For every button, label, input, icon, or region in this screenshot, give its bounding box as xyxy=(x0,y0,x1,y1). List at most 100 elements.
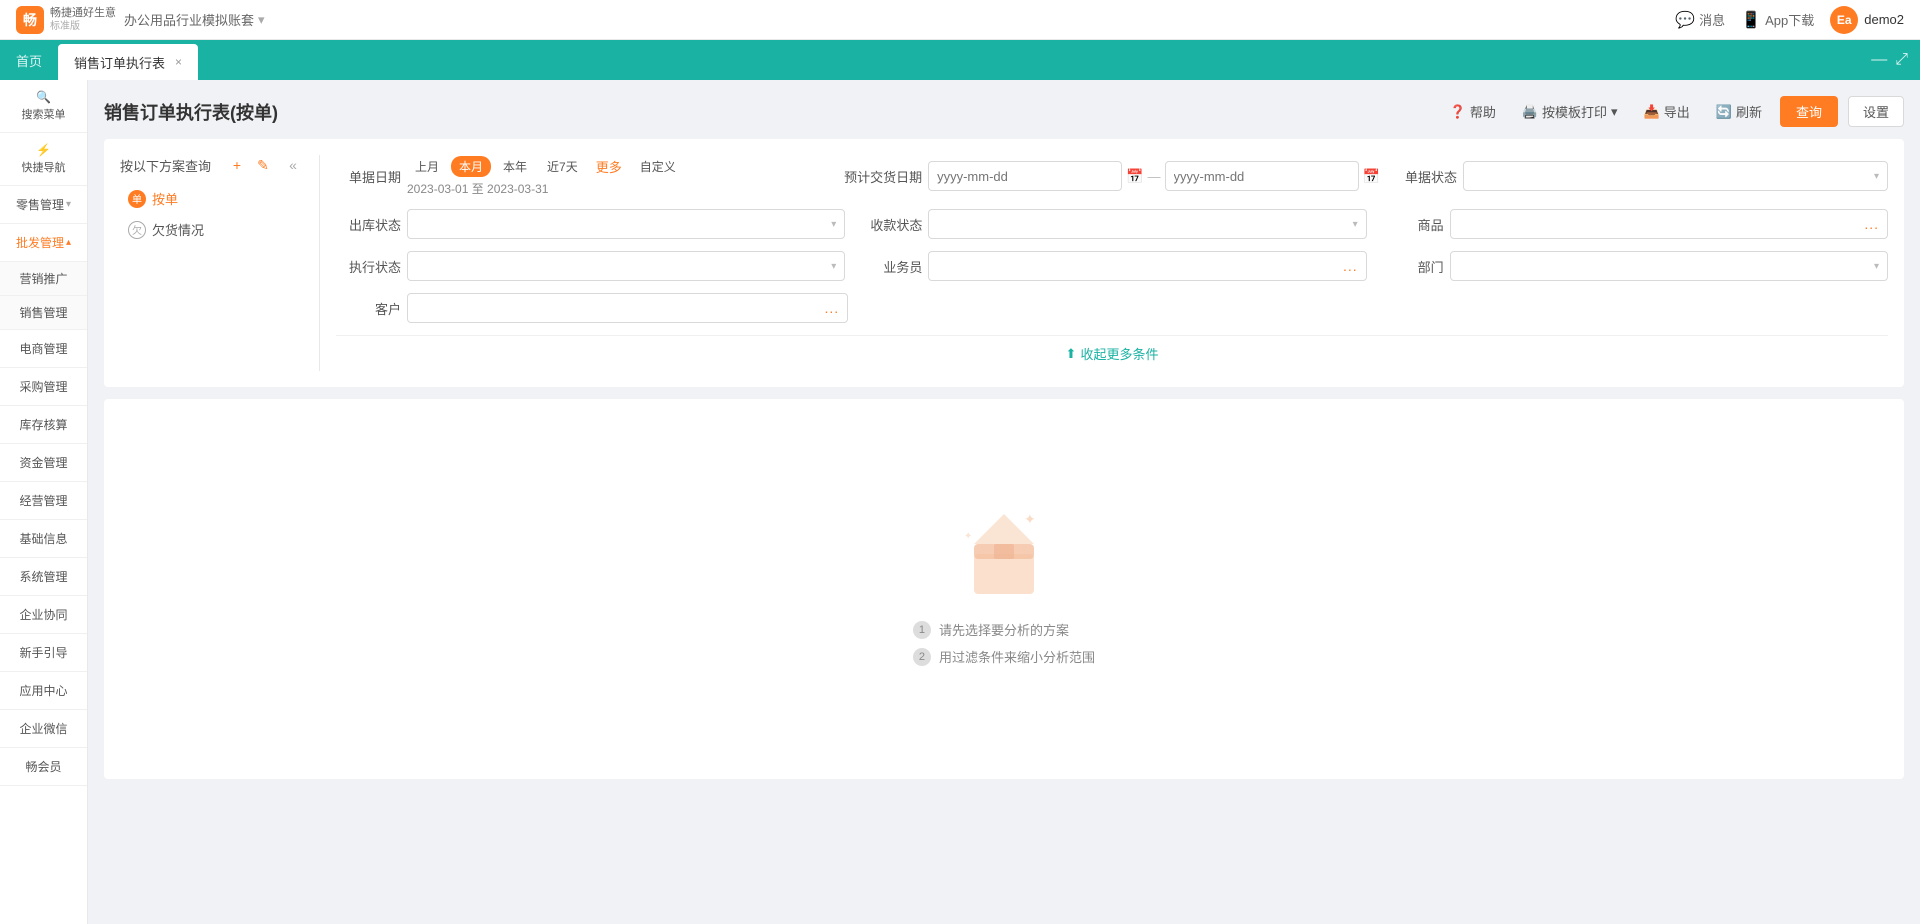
topbar-right: 💬 消息 📱 App下载 Ea demo2 xyxy=(1675,6,1904,34)
receipt-select[interactable]: ▾ xyxy=(928,209,1366,239)
filter-collapse-row: ⬆ 收起更多条件 xyxy=(336,335,1888,371)
exec-select[interactable]: ▾ xyxy=(407,251,845,281)
app-download-icon: 📱 xyxy=(1741,10,1761,30)
customer-field: 客户 ... xyxy=(336,293,848,323)
page-header: 销售订单执行表(按单) ❓ 帮助 🖨️ 按模板打印 ▾ 📥 导出 xyxy=(104,96,1904,127)
expected-date-start[interactable] xyxy=(928,161,1122,191)
page-actions: ❓ 帮助 🖨️ 按模板打印 ▾ 📥 导出 🔄 刷新 xyxy=(1442,96,1904,127)
calendar-end-icon[interactable]: 📅 xyxy=(1363,168,1380,185)
search-icon: 🔍 xyxy=(36,90,51,104)
filter-panel-inner: 按以下方案查询 + ✎ « 单 按单 欠 xyxy=(120,155,1888,371)
empty-step-1: 1 请先选择要分析的方案 xyxy=(913,620,1095,639)
date-range-text: 2023-03-01 至 2023-03-31 xyxy=(407,180,832,197)
customer-input[interactable]: ... xyxy=(407,293,848,323)
export-button[interactable]: 📥 导出 xyxy=(1636,98,1698,125)
sidebar-item-retail[interactable]: 零售管理 ▾ xyxy=(0,186,87,224)
scheme-item-by-order[interactable]: 单 按单 xyxy=(120,183,303,214)
custom-btn[interactable]: 自定义 xyxy=(632,156,684,177)
status-select-arrow-icon: ▾ xyxy=(1874,171,1879,182)
last-month-btn[interactable]: 上月 xyxy=(407,156,447,177)
help-button[interactable]: ❓ 帮助 xyxy=(1442,98,1504,125)
sidebar-item-sales[interactable]: 销售管理 xyxy=(0,296,87,330)
export-icon: 📥 xyxy=(1644,104,1660,120)
breadcrumb[interactable]: 办公用品行业模拟账套 ▾ xyxy=(124,10,265,29)
expected-date-label: 预计交货日期 xyxy=(844,167,922,186)
sidebar-item-newbie[interactable]: 新手引导 xyxy=(0,634,87,672)
goods-label: 商品 xyxy=(1379,215,1444,234)
status-select[interactable]: ▾ xyxy=(1463,161,1888,191)
sidebar-item-wechat[interactable]: 企业微信 xyxy=(0,710,87,748)
scheme-item-icon-debt: 欠 xyxy=(128,221,146,239)
sidebar-item-member[interactable]: 畅会员 xyxy=(0,748,87,786)
app-download-button[interactable]: 📱 App下载 xyxy=(1741,10,1814,30)
sidebar-item-finance[interactable]: 资金管理 xyxy=(0,444,87,482)
refresh-button[interactable]: 🔄 刷新 xyxy=(1708,98,1770,125)
add-scheme-icon[interactable]: + xyxy=(227,155,247,175)
salesperson-input[interactable]: ... xyxy=(928,251,1366,281)
logo-text: 畅捷通好生意 标准版 xyxy=(50,6,116,33)
last7-btn[interactable]: 近7天 xyxy=(539,156,586,177)
tab-maximize-icon[interactable]: ⤢ xyxy=(1895,51,1908,69)
filter-panel: 按以下方案查询 + ✎ « 单 按单 欠 xyxy=(104,139,1904,387)
print-button[interactable]: 🖨️ 按模板打印 ▾ xyxy=(1514,98,1626,125)
receipt-field: 收款状态 ▾ xyxy=(857,209,1366,239)
dept-label: 部门 xyxy=(1379,257,1444,276)
customer-dots-icon[interactable]: ... xyxy=(824,300,839,316)
query-button[interactable]: 查询 xyxy=(1780,96,1838,127)
filter-fields: 单据日期 上月 本月 本年 近7天 更多 自定义 xyxy=(320,155,1888,371)
status-field: 单据状态 ▾ xyxy=(1392,161,1888,191)
more-btn[interactable]: 更多 xyxy=(590,155,628,178)
scheme-item-by-debt[interactable]: 欠 欠货情况 xyxy=(120,214,303,245)
edit-scheme-icon[interactable]: ✎ xyxy=(253,155,273,175)
user-avatar-area[interactable]: Ea demo2 xyxy=(1830,6,1904,34)
collapse-scheme-icon[interactable]: « xyxy=(283,155,303,175)
tab-sales-order[interactable]: 销售订单执行表 × xyxy=(58,44,198,80)
sidebar-item-operations[interactable]: 经营管理 xyxy=(0,482,87,520)
outbound-select[interactable]: ▾ xyxy=(407,209,845,239)
filter-row-1: 单据日期 上月 本月 本年 近7天 更多 自定义 xyxy=(336,155,1888,197)
collapse-conditions-button[interactable]: ⬆ 收起更多条件 xyxy=(1066,344,1159,363)
exec-select-arrow-icon: ▾ xyxy=(831,261,836,272)
sidebar-item-inventory[interactable]: 库存核算 xyxy=(0,406,87,444)
salesperson-field: 业务员 ... xyxy=(857,251,1366,281)
tab-home[interactable]: 首页 xyxy=(0,40,58,80)
goods-field: 商品 ... xyxy=(1379,209,1888,239)
tab-minimize-icon[interactable]: — xyxy=(1871,51,1887,69)
sidebar-item-purchase[interactable]: 采购管理 xyxy=(0,368,87,406)
outbound-select-arrow-icon: ▾ xyxy=(831,219,836,230)
sidebar-item-system[interactable]: 系统管理 xyxy=(0,558,87,596)
tab-close-icon[interactable]: × xyxy=(175,55,182,69)
date-label: 单据日期 xyxy=(336,167,401,186)
sidebar-item-marketing[interactable]: 营销推广 xyxy=(0,262,87,296)
content-area: 销售订单执行表(按单) ❓ 帮助 🖨️ 按模板打印 ▾ 📥 导出 xyxy=(88,80,1920,924)
filter-row-3: 执行状态 ▾ 业务员 ... xyxy=(336,251,1888,281)
message-button[interactable]: 💬 消息 xyxy=(1675,10,1725,30)
sidebar-item-search[interactable]: 🔍 搜索菜单 xyxy=(0,80,87,133)
dept-select[interactable]: ▾ xyxy=(1450,251,1888,281)
sidebar-item-basic[interactable]: 基础信息 xyxy=(0,520,87,558)
nav-tabs: 首页 销售订单执行表 × — ⤢ xyxy=(0,40,1920,80)
this-year-btn[interactable]: 本年 xyxy=(495,156,535,177)
svg-text:✦: ✦ xyxy=(964,531,972,542)
customer-label: 客户 xyxy=(336,299,401,318)
calendar-start-icon[interactable]: 📅 xyxy=(1126,168,1143,185)
empty-steps: 1 请先选择要分析的方案 2 用过滤条件来缩小分析范围 xyxy=(913,620,1095,674)
sidebar-item-apps[interactable]: 应用中心 xyxy=(0,672,87,710)
this-month-btn[interactable]: 本月 xyxy=(451,156,491,177)
sidebar-item-enterprise[interactable]: 企业协同 xyxy=(0,596,87,634)
receipt-select-arrow-icon: ▾ xyxy=(1353,219,1358,230)
exec-field: 执行状态 ▾ xyxy=(336,251,845,281)
settings-button[interactable]: 设置 xyxy=(1848,96,1904,127)
sidebar-item-wholesale[interactable]: 批发管理 ▴ xyxy=(0,224,87,262)
goods-input[interactable]: ... xyxy=(1450,209,1888,239)
logo-icon: 畅 xyxy=(16,6,44,34)
message-icon: 💬 xyxy=(1675,10,1695,30)
sidebar: 🔍 搜索菜单 零售管理 ⚡ 快捷导航 零售管理 ▾ 批发管理 ▴ 营销推广 销售… xyxy=(0,80,88,924)
salesperson-dots-icon[interactable]: ... xyxy=(1343,258,1358,274)
goods-dots-icon[interactable]: ... xyxy=(1864,216,1879,232)
expected-date-end[interactable] xyxy=(1165,161,1359,191)
scheme-item-icon-order: 单 xyxy=(128,190,146,208)
print-arrow-icon: ▾ xyxy=(1611,104,1618,120)
sidebar-item-ecommerce[interactable]: 电商管理 xyxy=(0,330,87,368)
sidebar-item-quick-nav[interactable]: 零售管理 ⚡ 快捷导航 xyxy=(0,133,87,186)
